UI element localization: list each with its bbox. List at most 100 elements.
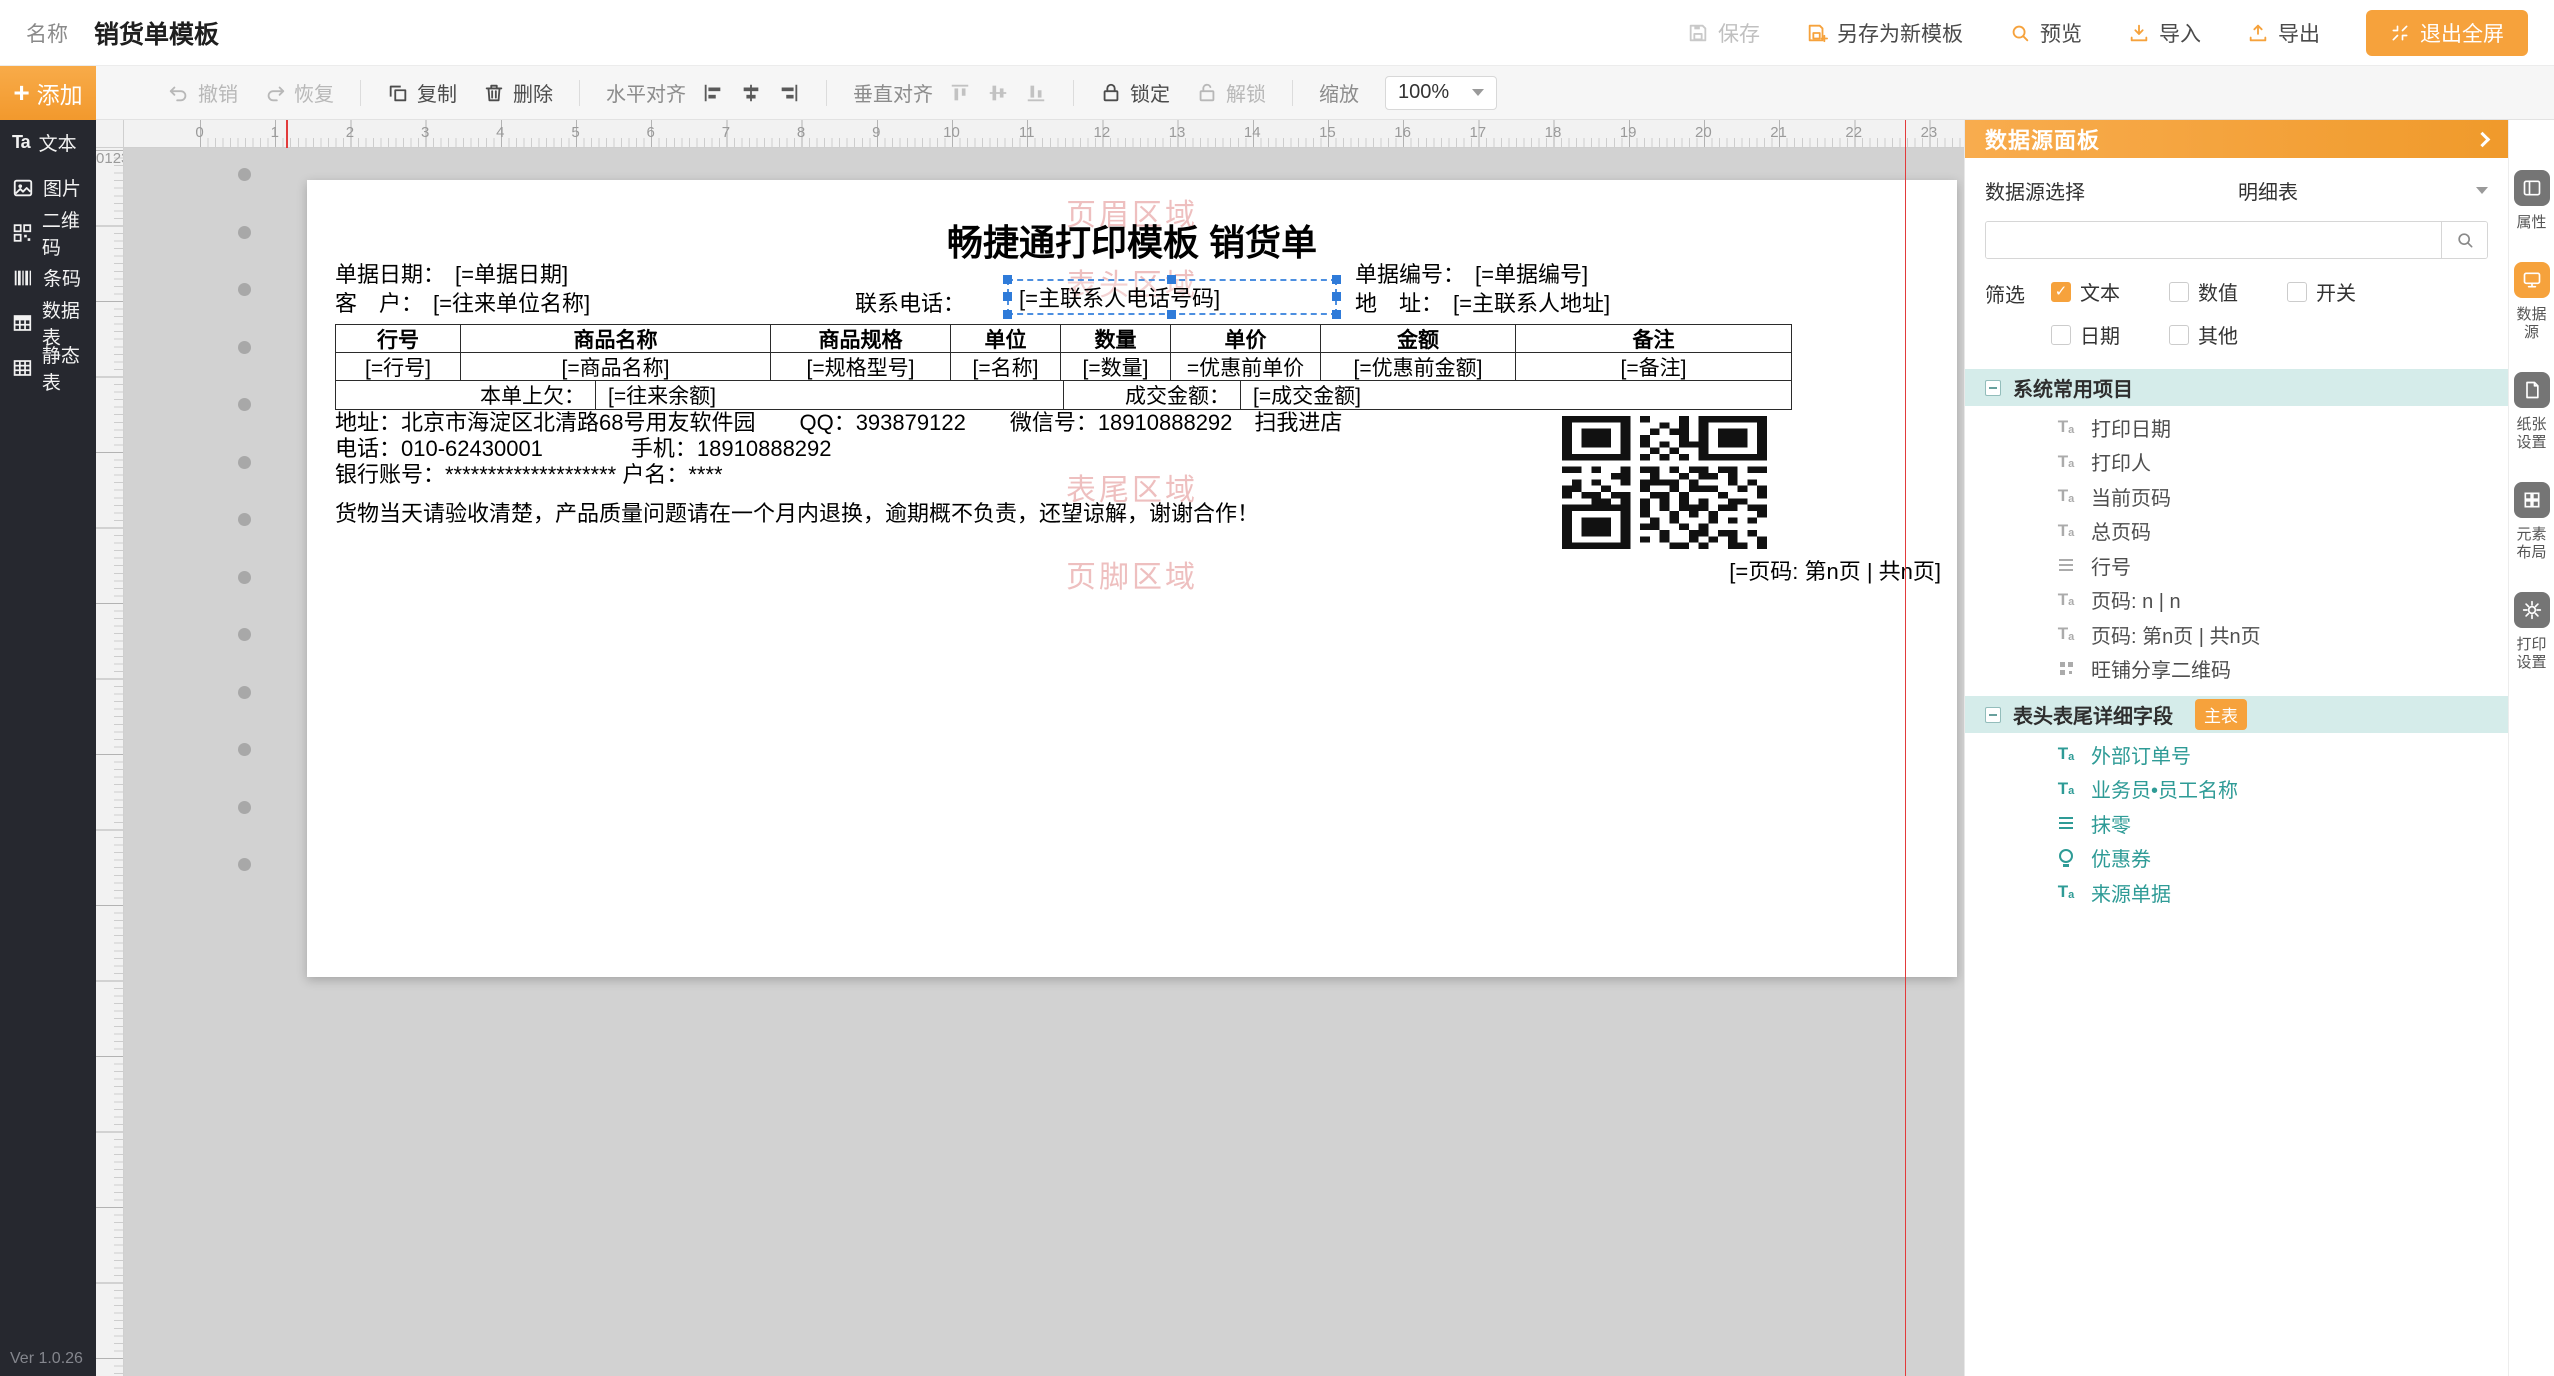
field-address[interactable]: 地 址： [=主联系人地址] <box>1355 286 1610 318</box>
sidebar-item-qrcode[interactable]: 二维码 <box>0 210 96 259</box>
item-coupon[interactable]: 优惠券 <box>1965 841 2508 876</box>
field-bill-number[interactable]: 单据编号： [=单据编号] <box>1355 257 1588 289</box>
unlock-button[interactable]: 解锁 <box>1196 78 1266 107</box>
design-canvas[interactable]: 0 1 2 3 4 5 6 7 8 9 10 11 12 13 14 15 16 17 18 19 20 21 22 23 0… <box>96 120 1964 1376</box>
items-table[interactable]: 行号 商品名称 商品规格 单位 数量 单价 金额 备注 [=行号] [=商品名称… <box>335 324 1792 410</box>
filter-block: 筛选 文本 数值 开关 日期 其他 <box>1965 259 2508 363</box>
qrcode-field-icon <box>2053 658 2079 680</box>
item-current-page[interactable]: 当前页码 <box>1965 479 2508 514</box>
shop-qrcode-image[interactable] <box>1562 416 1767 549</box>
page-number-field[interactable]: [=页码: 第n页 | 共n页] <box>1729 554 1941 586</box>
selection-handle[interactable] <box>1332 292 1341 301</box>
tab-datasource[interactable]: 数据源 <box>2513 262 2550 342</box>
field-phone-label[interactable]: 联系电话： <box>855 286 975 318</box>
checkbox-icon[interactable] <box>2287 281 2307 302</box>
sidebar-item-label: 图片 <box>43 179 82 200</box>
add-element-button[interactable]: 添加 <box>0 66 96 120</box>
selected-element-phone-field[interactable]: [=主联系人电话号码] <box>1003 275 1341 319</box>
selection-handle[interactable] <box>1003 310 1012 319</box>
row-marker-dot <box>238 283 251 296</box>
item-source-bill[interactable]: 来源单据 <box>1965 875 2508 910</box>
tab-properties[interactable]: 属性 <box>2513 170 2550 232</box>
selection-handle[interactable] <box>1003 292 1012 301</box>
tab-paper-settings[interactable]: 纸张设置 <box>2513 372 2550 452</box>
align-center-horizontal-icon[interactable] <box>740 82 762 104</box>
checkbox-icon[interactable] <box>2051 324 2071 345</box>
tab-print-settings[interactable]: 打印设置 <box>2513 592 2550 672</box>
redo-label: 恢复 <box>294 84 334 106</box>
sidebar-item-data-table[interactable]: 数据表 <box>0 300 96 349</box>
preview-button[interactable]: 预览 <box>2009 18 2082 48</box>
item-salesperson-name[interactable]: 业务员•员工名称 <box>1965 772 2508 807</box>
field-customer[interactable]: 客 户： [=往来单位名称] <box>335 286 590 318</box>
align-top-icon[interactable] <box>949 82 971 104</box>
save-button[interactable]: 保存 <box>1687 18 1760 48</box>
sidebar-item-image[interactable]: 图片 <box>0 165 96 210</box>
copy-button[interactable]: 复制 <box>387 78 457 107</box>
align-right-icon[interactable] <box>778 82 800 104</box>
collapse-icon[interactable] <box>1985 706 2001 723</box>
ruler-number: 19 <box>1619 124 1637 141</box>
export-label: 导出 <box>2278 22 2320 46</box>
lock-button[interactable]: 锁定 <box>1100 78 1170 107</box>
selection-handle[interactable] <box>1332 275 1341 284</box>
total-value-cell: [=成交金额] <box>1253 385 1361 408</box>
undo-button[interactable]: 撤销 <box>168 78 238 107</box>
search-button[interactable] <box>2441 222 2487 258</box>
ruler-number: 12 <box>1093 124 1111 141</box>
import-button[interactable]: 导入 <box>2128 18 2201 48</box>
field-value: [=往来单位名称] <box>433 291 591 316</box>
right-margin-guide[interactable] <box>1905 120 1906 1376</box>
vertical-align-group: 垂直对齐 <box>853 78 1047 107</box>
item-print-date[interactable]: 打印日期 <box>1965 410 2508 445</box>
delete-label: 删除 <box>513 84 553 106</box>
tab-element-layout[interactable]: 元素布局 <box>2513 482 2550 562</box>
zoom-select[interactable]: 100% <box>1385 75 1497 110</box>
item-shop-share-qrcode[interactable]: 旺铺分享二维码 <box>1965 652 2508 687</box>
filter-other-checkbox[interactable]: 其他 <box>2169 320 2287 349</box>
selection-handle[interactable] <box>1332 310 1341 319</box>
section-system-common-items[interactable]: 系统常用项目 <box>1965 369 2508 406</box>
filter-date-checkbox[interactable]: 日期 <box>2051 320 2169 349</box>
shop-info-block[interactable]: 地址：北京市海淀区北清路68号用友软件园 QQ：393879122 微信号：18… <box>335 410 1342 488</box>
item-row-number[interactable]: 行号 <box>1965 548 2508 583</box>
selection-handle[interactable] <box>1167 310 1176 319</box>
item-total-pages[interactable]: 总页码 <box>1965 514 2508 549</box>
item-label: 打印日期 <box>2091 418 2171 441</box>
filter-number-checkbox[interactable]: 数值 <box>2169 277 2287 306</box>
copy-icon <box>389 85 407 101</box>
align-middle-vertical-icon[interactable] <box>987 82 1009 104</box>
filter-text-checkbox[interactable]: 文本 <box>2051 277 2169 306</box>
template-document[interactable]: 页眉区域 表头区域 表尾区域 页脚区域 畅捷通打印模板 销货单 单据日期： [=… <box>307 180 1957 977</box>
exit-fullscreen-button[interactable]: 退出全屏 <box>2366 9 2528 56</box>
align-left-icon[interactable] <box>702 82 724 104</box>
item-page-n-n[interactable]: 页码: n | n <box>1965 583 2508 618</box>
sidebar-item-static-table[interactable]: 静态表 <box>0 345 96 394</box>
ruler-number: 8 <box>796 124 806 141</box>
item-external-order-no[interactable]: 外部订单号 <box>1965 737 2508 772</box>
datasource-select[interactable]: 明细表 <box>2238 176 2488 205</box>
export-button[interactable]: 导出 <box>2247 18 2320 48</box>
save-as-template-button[interactable]: 另存为新模板 <box>1806 18 1963 48</box>
field-bill-date[interactable]: 单据日期： [=单据日期] <box>335 257 568 289</box>
section-header-footer-fields[interactable]: 表头表尾详细字段 主表 <box>1965 696 2508 733</box>
checkbox-icon[interactable] <box>2169 281 2189 302</box>
selection-handle[interactable] <box>1167 275 1176 284</box>
notice-text[interactable]: 货物当天请验收清楚，产品质量问题请在一个月内退换，逾期概不负责，还望谅解，谢谢合… <box>335 496 1259 528</box>
sidebar-item-text[interactable]: 文本 <box>0 120 96 165</box>
align-bottom-icon[interactable] <box>1025 82 1047 104</box>
table-header-cell: 商品名称 <box>461 325 771 352</box>
datasource-search-input[interactable] <box>1986 222 2441 258</box>
panel-collapse-icon[interactable] <box>2474 131 2491 147</box>
item-rounding[interactable]: 抹零 <box>1965 806 2508 841</box>
checkbox-icon[interactable] <box>2169 324 2189 345</box>
filter-switch-checkbox[interactable]: 开关 <box>2287 277 2405 306</box>
selection-handle[interactable] <box>1003 275 1012 284</box>
checkbox-checked-icon[interactable] <box>2051 281 2071 302</box>
item-print-user[interactable]: 打印人 <box>1965 445 2508 480</box>
item-page-full-format[interactable]: 页码: 第n页 | 共n页 <box>1965 617 2508 652</box>
collapse-icon[interactable] <box>1985 379 2001 396</box>
delete-button[interactable]: 删除 <box>483 78 553 107</box>
redo-button[interactable]: 恢复 <box>264 78 334 107</box>
sidebar-item-barcode[interactable]: 条码 <box>0 255 96 300</box>
